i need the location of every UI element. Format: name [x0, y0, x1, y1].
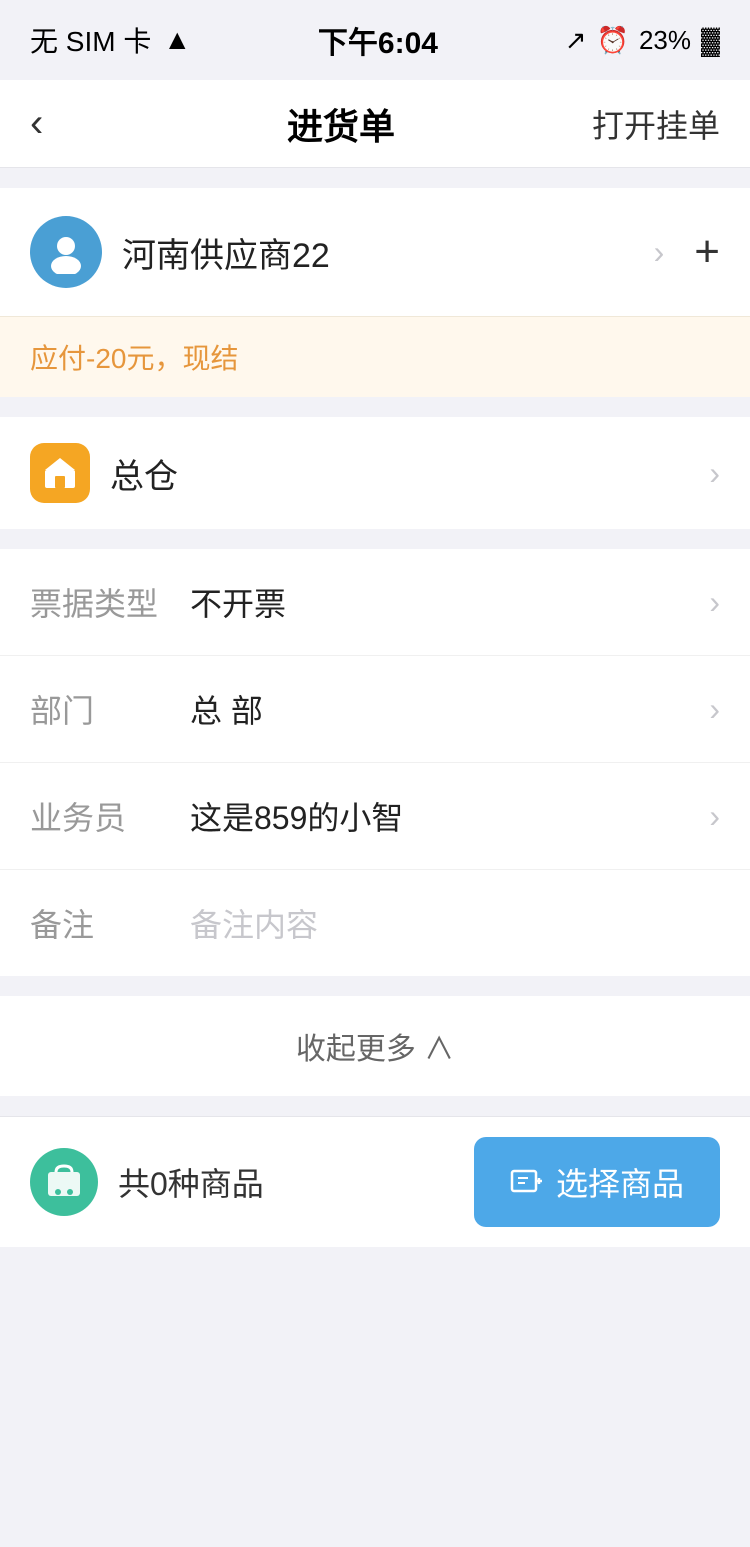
battery-label: 23%: [639, 25, 691, 56]
remark-row[interactable]: 备注 备注内容: [0, 870, 750, 976]
remark-label: 备注: [30, 900, 190, 946]
warehouse-icon: [41, 454, 79, 492]
department-row[interactable]: 部门 总 部 ›: [0, 656, 750, 763]
salesperson-row[interactable]: 业务员 这是859的小智 ›: [0, 763, 750, 870]
location-icon: ↗: [565, 25, 587, 56]
product-count: 共0种商品: [118, 1159, 474, 1205]
battery-icon: ▓: [701, 25, 720, 56]
invoice-type-value: 不开票: [190, 579, 709, 625]
select-product-button[interactable]: 选择商品: [474, 1137, 720, 1227]
warehouse-chevron-icon: ›: [709, 455, 720, 492]
department-label: 部门: [30, 686, 190, 732]
select-product-icon: [510, 1165, 544, 1199]
warehouse-name: 总仓: [110, 449, 709, 498]
supplier-name: 河南供应商22: [122, 228, 654, 277]
invoice-type-label: 票据类型: [30, 579, 190, 625]
status-time: 下午6:04: [318, 18, 438, 62]
supplier-chevron-icon: ›: [654, 234, 665, 271]
status-bar: 无 SIM 卡 ▲ 下午6:04 ↗ ⏰ 23% ▓: [0, 0, 750, 80]
invoice-type-row[interactable]: 票据类型 不开票 ›: [0, 549, 750, 656]
collapse-card: 收起更多 ∧: [0, 996, 750, 1096]
status-left: 无 SIM 卡 ▲: [30, 20, 191, 60]
collapse-label: 收起更多 ∧: [296, 1024, 454, 1068]
collapse-button[interactable]: 收起更多 ∧: [0, 996, 750, 1096]
supplier-row[interactable]: 河南供应商22 › +: [0, 188, 750, 316]
person-icon: [44, 230, 88, 274]
alarm-icon: ⏰: [597, 25, 629, 56]
status-right: ↗ ⏰ 23% ▓: [565, 25, 720, 56]
supplier-card: 河南供应商22 › + 应付-20元，现结: [0, 188, 750, 397]
back-button[interactable]: ‹: [30, 101, 90, 146]
notice-text: 应付-20元，现结: [30, 343, 238, 374]
salesperson-value: 这是859的小智: [190, 793, 709, 839]
warehouse-icon-bg: [30, 443, 90, 503]
carrier-label: 无 SIM 卡: [30, 20, 151, 60]
notice-bar: 应付-20元，现结: [0, 316, 750, 397]
salesperson-label: 业务员: [30, 793, 190, 839]
department-chevron-icon: ›: [709, 691, 720, 728]
bottom-bar: 共0种商品 选择商品: [0, 1116, 750, 1247]
product-icon-bg: [30, 1148, 98, 1216]
department-value: 总 部: [190, 686, 709, 732]
add-button[interactable]: +: [694, 227, 720, 277]
cart-icon: [44, 1162, 84, 1202]
wifi-icon: ▲: [163, 24, 191, 56]
select-product-label: 选择商品: [556, 1159, 684, 1205]
warehouse-card[interactable]: 总仓 ›: [0, 417, 750, 529]
remark-input[interactable]: 备注内容: [190, 900, 720, 946]
invoice-type-chevron-icon: ›: [709, 584, 720, 621]
top-divider: [0, 168, 750, 188]
open-pending-button[interactable]: 打开挂单: [592, 101, 720, 147]
page-title: 进货单: [287, 98, 395, 150]
remaining-area: [0, 1247, 750, 1547]
content-area: 河南供应商22 › + 应付-20元，现结 总仓 › 票据类型 不: [0, 168, 750, 1547]
salesperson-chevron-icon: ›: [709, 798, 720, 835]
warehouse-row[interactable]: 总仓 ›: [0, 417, 750, 529]
avatar: [30, 216, 102, 288]
fields-card: 票据类型 不开票 › 部门 总 部 › 业务员 这是859的小智 › 备注 备注…: [0, 549, 750, 976]
nav-bar: ‹ 进货单 打开挂单: [0, 80, 750, 168]
